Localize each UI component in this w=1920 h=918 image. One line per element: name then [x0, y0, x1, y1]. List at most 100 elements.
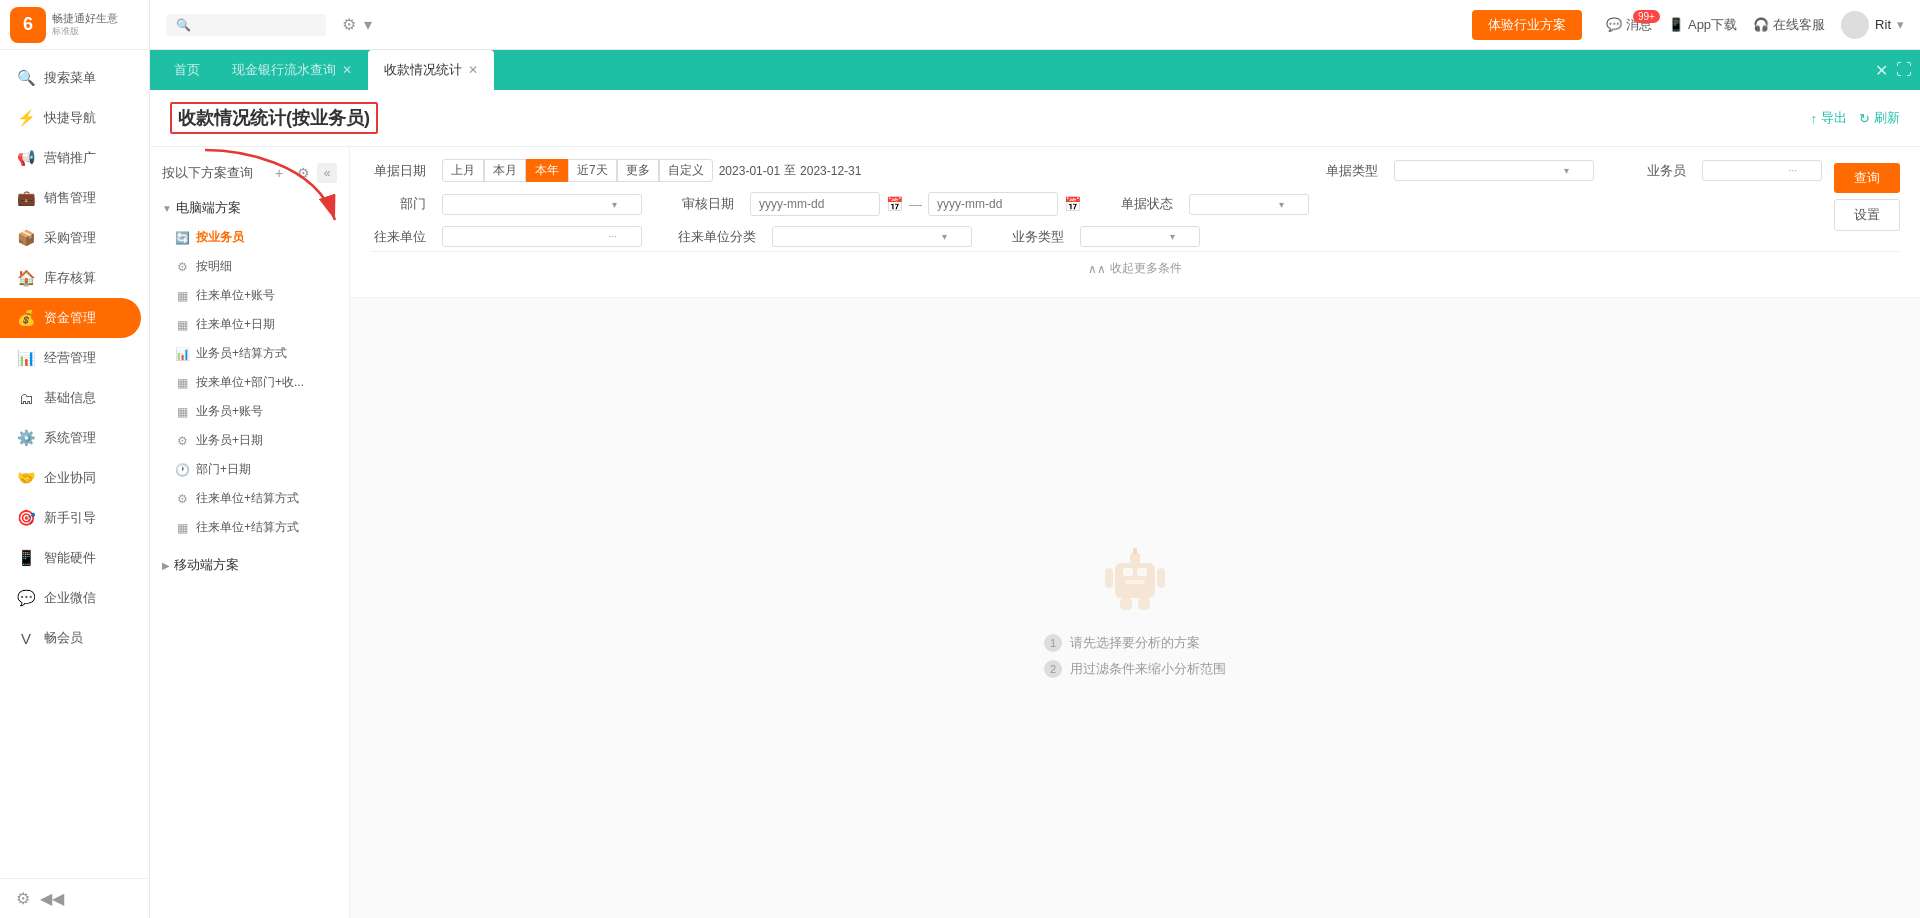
plan-settings-button[interactable]: ⚙	[293, 163, 313, 183]
tab-bank-flow-label: 现金银行流水查询	[232, 61, 336, 79]
cp-category-select[interactable]: ▾	[772, 226, 972, 247]
maximize-icon[interactable]: ⛶	[1896, 61, 1912, 80]
doc-status-label: 单据状态	[1117, 195, 1173, 213]
plan-item-by-detail[interactable]: ⚙ 按明细	[150, 252, 349, 281]
date-tab-custom[interactable]: 自定义	[659, 159, 713, 182]
sidebar-item-purchase[interactable]: 📦 采购管理	[0, 218, 149, 258]
dept-select[interactable]: ▾	[442, 194, 642, 215]
dropdown-icon[interactable]: ▾	[364, 15, 372, 34]
calendar-from-icon[interactable]: 📅	[886, 196, 903, 212]
sidebar-item-search[interactable]: 🔍 搜索菜单	[0, 58, 149, 98]
sidebar-item-hardware[interactable]: 📱 智能硬件	[0, 538, 149, 578]
plan-item-cp-dept-label: 按来单位+部门+收...	[196, 374, 304, 391]
biz-type-select[interactable]: ▾	[1080, 226, 1200, 247]
tab-receivable-close[interactable]: ✕	[468, 63, 478, 77]
sidebar-item-wechat[interactable]: 💬 企业微信	[0, 578, 149, 618]
plan-item-cp-account[interactable]: ▦ 往来单位+账号	[150, 281, 349, 310]
doc-type-select[interactable]: ▾	[1394, 160, 1594, 181]
plan-group-pc-header[interactable]: ▼ 电脑端方案	[150, 193, 349, 223]
date-tab-this-month[interactable]: 本月	[484, 159, 526, 182]
calendar-to-icon[interactable]: 📅	[1064, 196, 1081, 212]
trial-button[interactable]: 体验行业方案	[1472, 10, 1582, 40]
sidebar-item-operation[interactable]: 📊 经营管理	[0, 338, 149, 378]
sidebar-item-basic[interactable]: 🗂 基础信息	[0, 378, 149, 418]
review-date-from[interactable]	[750, 192, 880, 216]
setting-button[interactable]: 设置	[1834, 199, 1900, 231]
date-tab-this-year[interactable]: 本年	[526, 159, 568, 182]
collapse-button[interactable]: ∧∧ 收起更多条件	[1088, 260, 1182, 277]
inventory-icon: 🏠	[16, 268, 36, 288]
tip-text-2: 用过滤条件来缩小分析范围	[1070, 660, 1226, 678]
doc-type-caret: ▾	[1564, 165, 1569, 176]
settings-bottom-icon[interactable]: ⚙	[16, 889, 30, 908]
doc-status-select[interactable]: ▾	[1189, 194, 1309, 215]
counterparty-select[interactable]: ···	[442, 226, 642, 247]
collapse-sidebar-icon[interactable]: ◀◀	[40, 889, 64, 908]
collapse-bar: ∧∧ 收起更多条件	[370, 251, 1900, 285]
refresh-button[interactable]: ↻ 刷新	[1859, 109, 1900, 127]
review-date-to[interactable]	[928, 192, 1058, 216]
plan-item-by-staff[interactable]: 🔄 按业务员	[150, 223, 349, 252]
tab-home[interactable]: 首页	[158, 50, 216, 90]
plan-item-staff-settle[interactable]: 📊 业务员+结算方式	[150, 339, 349, 368]
add-plan-button[interactable]: +	[269, 163, 289, 183]
sidebar-label-enterprise: 企业协同	[44, 469, 96, 487]
plan-item-staff-settle-label: 业务员+结算方式	[196, 345, 287, 362]
tab-home-label: 首页	[174, 61, 200, 79]
tip-item-2: 2 用过滤条件来缩小分析范围	[1044, 660, 1226, 678]
tabbar-actions: ✕ ⛶	[1875, 61, 1912, 80]
doc-type-label: 单据类型	[1322, 162, 1378, 180]
plan-item-staff-date[interactable]: ⚙ 业务员+日期	[150, 426, 349, 455]
plan-item-dept-date[interactable]: 🕐 部门+日期	[150, 455, 349, 484]
salesman-more[interactable]: ···	[1789, 165, 1797, 176]
wechat-icon: 💬	[16, 588, 36, 608]
sidebar-item-member[interactable]: V 畅会员	[0, 618, 149, 658]
sidebar-item-marketing[interactable]: 📢 营销推广	[0, 138, 149, 178]
tip-text-1: 请先选择要分析的方案	[1070, 634, 1200, 652]
enterprise-icon: 🤝	[16, 468, 36, 488]
plan-item-cp-dept[interactable]: ▦ 按来单位+部门+收...	[150, 368, 349, 397]
detail-plan-icon: ⚙	[174, 259, 190, 275]
user-avatar	[1841, 11, 1869, 39]
sidebar-item-inventory[interactable]: 🏠 库存核算	[0, 258, 149, 298]
user-avatar-area[interactable]: Rit ▾	[1841, 11, 1904, 39]
sidebar-item-sales[interactable]: 💼 销售管理	[0, 178, 149, 218]
tab-receivable-label: 收款情况统计	[384, 61, 462, 79]
salesman-select[interactable]: ···	[1702, 160, 1822, 181]
tab-bank-flow-close[interactable]: ✕	[342, 63, 352, 77]
plan-item-cp-settle2[interactable]: ▦ 往来单位+结算方式	[150, 513, 349, 542]
online-service-button[interactable]: 🎧 在线客服	[1753, 16, 1825, 34]
svg-rect-7	[1157, 568, 1165, 588]
message-badge: 99+	[1633, 10, 1660, 23]
settings-icon[interactable]: ⚙	[342, 15, 356, 34]
page-actions: ↑ 导出 ↻ 刷新	[1811, 109, 1901, 127]
plan-group-mobile-header[interactable]: ▶ 移动端方案	[150, 550, 349, 580]
sidebar-item-finance[interactable]: 💰 资金管理	[0, 298, 141, 338]
filter-row-1: 单据日期 上月 本月 本年 近7天 更多 自定义	[370, 159, 1822, 182]
plan-item-dept-date-label: 部门+日期	[196, 461, 251, 478]
plan-item-staff-account[interactable]: ▦ 业务员+账号	[150, 397, 349, 426]
query-button[interactable]: 查询	[1834, 163, 1900, 193]
message-button[interactable]: 💬 消息 99+	[1606, 16, 1652, 34]
left-panel: 按以下方案查询 + ⚙ « ▼ 电脑端方案	[150, 147, 350, 918]
date-tab-more[interactable]: 更多	[617, 159, 659, 182]
sidebar-item-quick-nav[interactable]: ⚡ 快捷导航	[0, 98, 149, 138]
plan-item-cp-settle1[interactable]: ⚙ 往来单位+结算方式	[150, 484, 349, 513]
sidebar-item-enterprise[interactable]: 🤝 企业协同	[0, 458, 149, 498]
collapse-panel-button[interactable]: «	[317, 163, 337, 183]
download-icon: 📱	[1668, 17, 1684, 32]
close-all-tabs-icon[interactable]: ✕	[1875, 61, 1888, 80]
tab-receivable[interactable]: 收款情况统计 ✕	[368, 50, 494, 90]
app-download-button[interactable]: 📱 App下载	[1668, 16, 1737, 34]
plan-item-cp-date[interactable]: ▦ 往来单位+日期	[150, 310, 349, 339]
counterparty-more-icon[interactable]: ···	[609, 231, 617, 242]
staff-settle-icon: 📊	[174, 346, 190, 362]
export-button[interactable]: ↑ 导出	[1811, 109, 1848, 127]
date-tab-last7[interactable]: 近7天	[568, 159, 617, 182]
sidebar-item-system[interactable]: ⚙️ 系统管理	[0, 418, 149, 458]
pc-group-toggle: ▼	[162, 203, 172, 214]
date-tab-prev-month[interactable]: 上月	[442, 159, 484, 182]
sidebar-item-newbie[interactable]: 🎯 新手引导	[0, 498, 149, 538]
tip-item-1: 1 请先选择要分析的方案	[1044, 634, 1226, 652]
tab-bank-flow[interactable]: 现金银行流水查询 ✕	[216, 50, 368, 90]
